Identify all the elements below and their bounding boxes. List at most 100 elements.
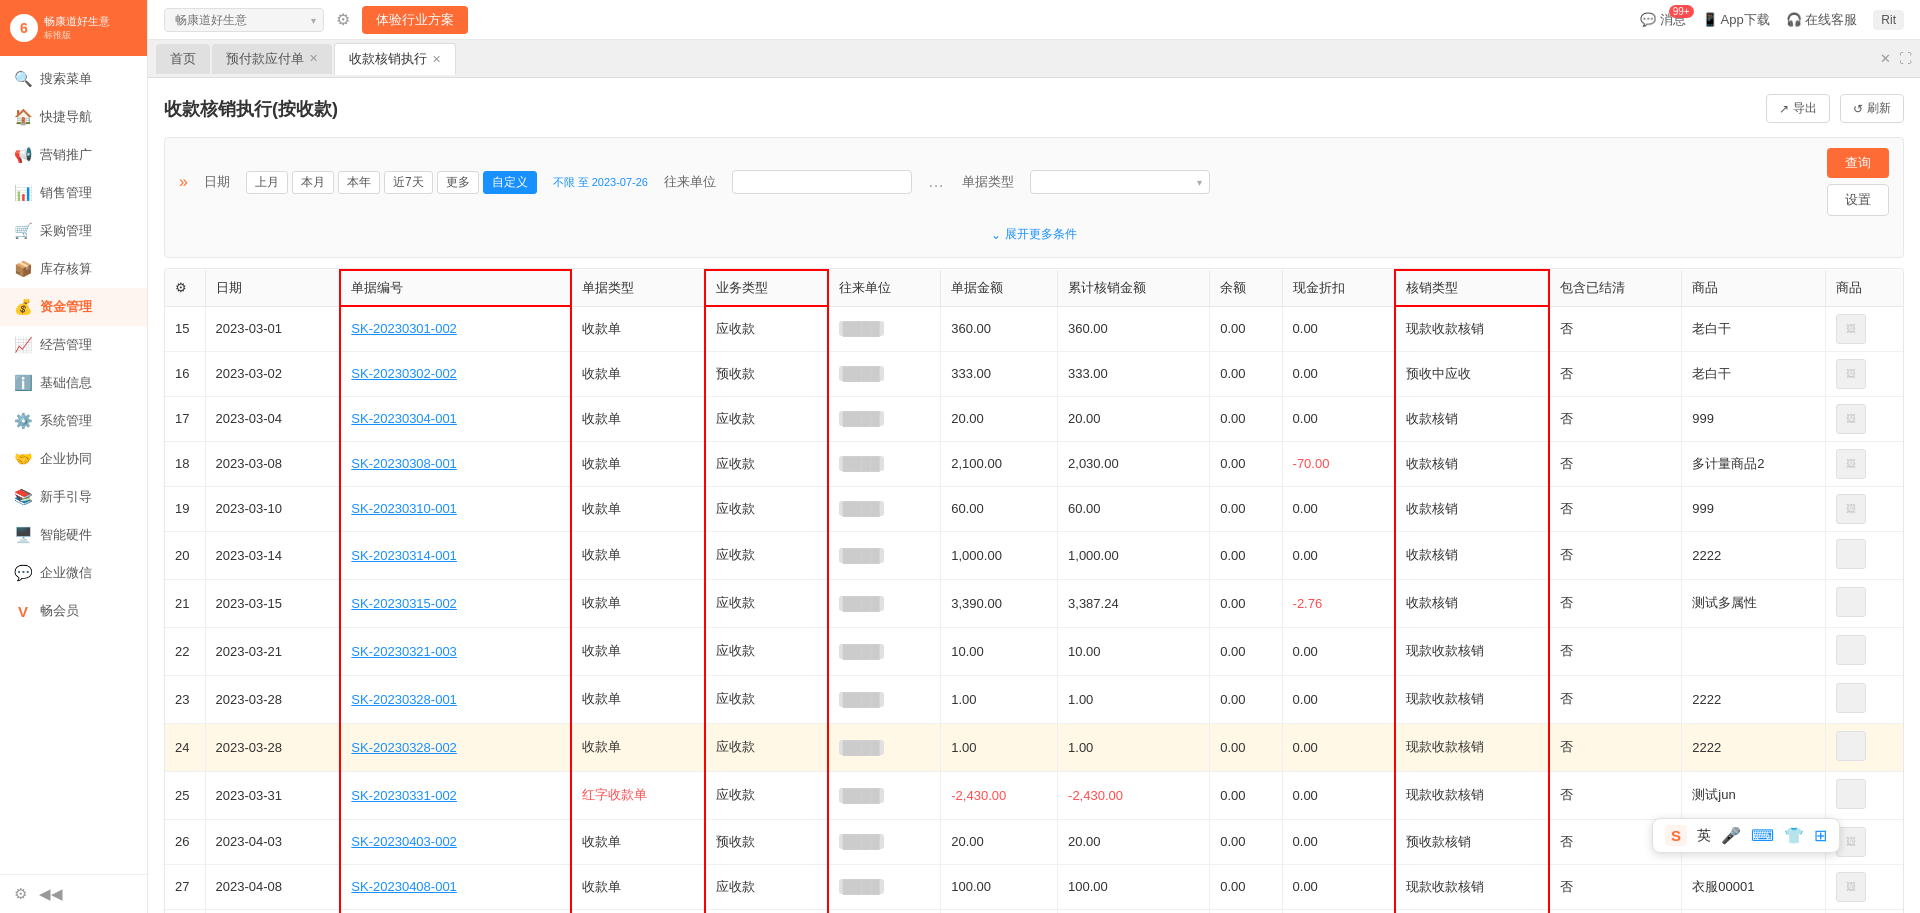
- date-more-btn[interactable]: 更多: [437, 171, 479, 194]
- partner-value: ████: [839, 644, 884, 659]
- col-cancel-type[interactable]: 核销类型: [1395, 270, 1549, 306]
- table-row: 16 2023-03-02 SK-20230302-002 收款单 预收款 ██…: [165, 351, 1903, 396]
- cell-partner: ████: [828, 864, 941, 909]
- sidebar-item-hardware[interactable]: 🖥️智能硬件: [0, 516, 147, 554]
- user-avatar[interactable]: Rit: [1873, 10, 1904, 30]
- bill-no-link[interactable]: SK-20230315-002: [351, 596, 457, 611]
- bill-no-link[interactable]: SK-20230308-001: [351, 456, 457, 471]
- collapse-icon[interactable]: ◀◀: [39, 885, 63, 903]
- float-toolbar-keyboard[interactable]: ⌨: [1751, 826, 1774, 845]
- sidebar-item-operation[interactable]: 📈经营管理: [0, 326, 147, 364]
- sidebar-item-guide[interactable]: 📚新手引导: [0, 478, 147, 516]
- col-product-img[interactable]: 商品: [1825, 270, 1903, 306]
- sidebar-item-member[interactable]: V畅会员: [0, 592, 147, 630]
- date-custom-btn[interactable]: 自定义: [483, 171, 537, 194]
- bill-no-link[interactable]: SK-20230321-003: [351, 644, 457, 659]
- bill-no-link[interactable]: SK-20230328-002: [351, 740, 457, 755]
- partner-input[interactable]: [732, 170, 912, 194]
- bill-no-link[interactable]: SK-20230314-001: [351, 548, 457, 563]
- date-7days-btn[interactable]: 近7天: [384, 171, 433, 194]
- data-table: ⚙ 日期 单据编号 单据类型 业务类型 往来单位 单据金额 累计核销金额 余额 …: [165, 269, 1903, 913]
- cell-seq: 28: [165, 909, 205, 913]
- sidebar-item-basic[interactable]: ℹ️基础信息: [0, 364, 147, 402]
- bill-no-link[interactable]: SK-20230301-002: [351, 321, 457, 336]
- col-balance[interactable]: 余额: [1210, 270, 1282, 306]
- bill-no-link[interactable]: SK-20230403-002: [351, 834, 457, 849]
- expand-icon[interactable]: ⛶: [1899, 51, 1912, 66]
- date-this-month-btn[interactable]: 本月: [292, 171, 334, 194]
- close-all-icon[interactable]: ✕: [1880, 51, 1891, 66]
- topbar-message[interactable]: 💬 消息 99+: [1640, 11, 1686, 29]
- col-cancel-amount[interactable]: 累计核销金额: [1058, 270, 1210, 306]
- tab-receipt[interactable]: 收款核销执行 ✕: [334, 43, 456, 75]
- col-product[interactable]: 商品: [1682, 270, 1825, 306]
- bill-no-link[interactable]: SK-20230304-001: [351, 411, 457, 426]
- sidebar-item-sales[interactable]: 📊销售管理: [0, 174, 147, 212]
- date-this-year-btn[interactable]: 本年: [338, 171, 380, 194]
- bill-no-link[interactable]: SK-20230331-002: [351, 788, 457, 803]
- cell-cancel-type: 预收中应收: [1395, 351, 1549, 396]
- table-row: 18 2023-03-08 SK-20230308-001 收款单 应收款 ██…: [165, 441, 1903, 486]
- settings-button[interactable]: 设置: [1827, 184, 1889, 216]
- col-date[interactable]: 日期: [205, 270, 340, 306]
- cell-product-img: [1825, 627, 1903, 675]
- cell-balance: 0.00: [1210, 864, 1282, 909]
- query-button[interactable]: 查询: [1827, 148, 1889, 178]
- col-partner[interactable]: 往来单位: [828, 270, 941, 306]
- bill-no-link[interactable]: SK-20230302-002: [351, 366, 457, 381]
- bill-no-link[interactable]: SK-20230328-001: [351, 692, 457, 707]
- settings-bottom-icon[interactable]: ⚙: [14, 885, 27, 903]
- col-amount[interactable]: 单据金额: [941, 270, 1058, 306]
- filter-expand-row[interactable]: ⌄ 展开更多条件: [179, 222, 1889, 247]
- refresh-button[interactable]: ↺ 刷新: [1840, 94, 1904, 123]
- cell-product: 测试jun: [1682, 771, 1825, 819]
- cell-cancel-type: 预收款核销: [1395, 819, 1549, 864]
- date-last-month-btn[interactable]: 上月: [246, 171, 288, 194]
- cell-cancel-type: 收款核销: [1395, 486, 1549, 531]
- cell-product-img: 🖼: [1825, 306, 1903, 351]
- sidebar-item-finance[interactable]: 💰资金管理: [0, 288, 147, 326]
- bill-type-select[interactable]: [1030, 170, 1210, 194]
- bill-no-link[interactable]: SK-20230408-001: [351, 879, 457, 894]
- sidebar-item-search[interactable]: 🔍搜索菜单: [0, 60, 147, 98]
- col-include-settled[interactable]: 包含已结清: [1549, 270, 1682, 306]
- industry-btn[interactable]: 体验行业方案: [362, 6, 468, 34]
- app-download-link[interactable]: 📱 App下载: [1702, 11, 1770, 29]
- bill-no-link[interactable]: SK-20230310-001: [351, 501, 457, 516]
- sidebar-item-purchase[interactable]: 🛒采购管理: [0, 212, 147, 250]
- headset-icon: 🎧: [1786, 12, 1802, 27]
- cell-partner: ████: [828, 723, 941, 771]
- cell-cash-discount: 0.00: [1282, 396, 1395, 441]
- sidebar-item-system[interactable]: ⚙️系统管理: [0, 402, 147, 440]
- filter-collapse-btn[interactable]: »: [179, 173, 188, 191]
- float-toolbar-mic[interactable]: 🎤: [1721, 826, 1741, 845]
- sidebar-item-enterprise[interactable]: 🤝企业协同: [0, 440, 147, 478]
- sidebar-item-marketing[interactable]: 📢营销推广: [0, 136, 147, 174]
- wechat-icon: 💬: [14, 564, 32, 582]
- member-icon: V: [14, 603, 32, 620]
- cell-include-settled: 否: [1549, 579, 1682, 627]
- tab-presale-close[interactable]: ✕: [309, 52, 318, 65]
- float-toolbar-shirt[interactable]: 👕: [1784, 826, 1804, 845]
- col-cash-discount[interactable]: 现金折扣: [1282, 270, 1395, 306]
- topbar-gear-icon[interactable]: ⚙: [336, 10, 350, 29]
- col-bill-no[interactable]: 单据编号: [340, 270, 571, 306]
- col-biz-type[interactable]: 业务类型: [705, 270, 828, 306]
- topbar-search-input[interactable]: [164, 8, 324, 32]
- tab-receipt-close[interactable]: ✕: [432, 53, 441, 66]
- online-service-link[interactable]: 🎧 在线客服: [1786, 11, 1858, 29]
- cell-biz-type: 预收款: [705, 351, 828, 396]
- table-row: 21 2023-03-15 SK-20230315-002 收款单 应收款 ██…: [165, 579, 1903, 627]
- sidebar-item-quicknav[interactable]: 🏠快捷导航: [0, 98, 147, 136]
- export-button[interactable]: ↗ 导出: [1766, 94, 1830, 123]
- tab-home[interactable]: 首页: [156, 44, 210, 74]
- cell-amount: 333.00: [941, 351, 1058, 396]
- col-bill-type[interactable]: 单据类型: [571, 270, 705, 306]
- sidebar-item-inventory[interactable]: 📦库存核算: [0, 250, 147, 288]
- cell-cancel-amount: 10.00: [1058, 627, 1210, 675]
- sidebar-item-wechat[interactable]: 💬企业微信: [0, 554, 147, 592]
- cell-product: 老白干: [1682, 351, 1825, 396]
- float-toolbar-grid[interactable]: ⊞: [1814, 826, 1827, 845]
- cell-balance: 0.00: [1210, 675, 1282, 723]
- tab-presale[interactable]: 预付款应付单 ✕: [212, 44, 332, 74]
